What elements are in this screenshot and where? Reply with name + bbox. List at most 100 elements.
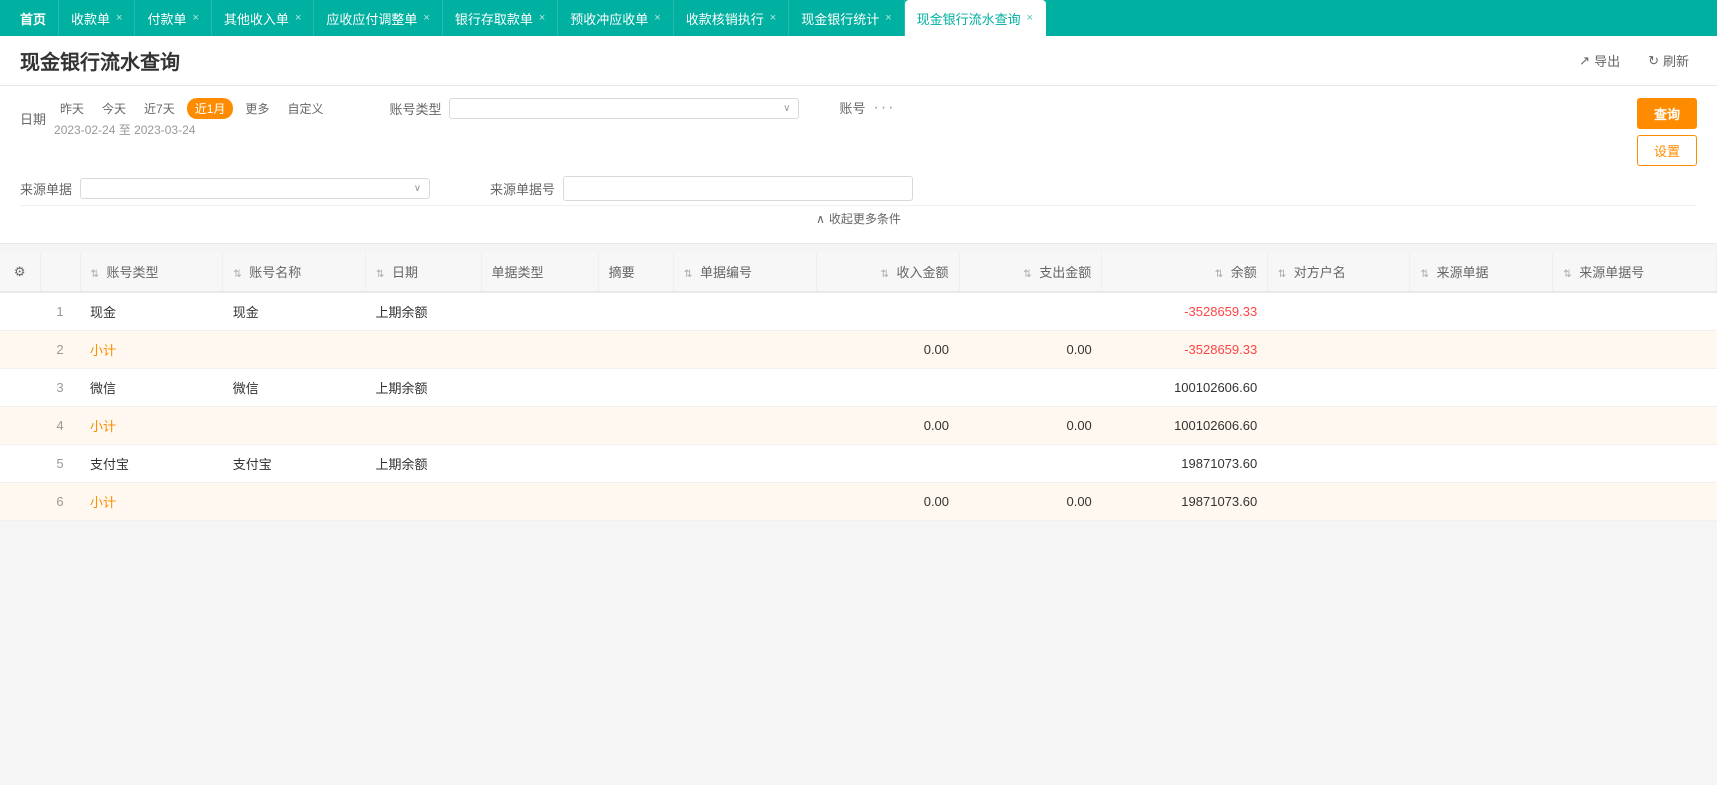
nav-ar-ap-adjust-close[interactable]: × [423,12,429,24]
source-doc-select[interactable]: ∨ [80,178,430,199]
th-expense[interactable]: ⇅ 支出金额 [959,252,1102,292]
nav-cash-bank-stat-close[interactable]: × [885,12,891,24]
refresh-icon: ↻ [1648,53,1659,69]
account-more-icon[interactable]: ··· [873,99,895,117]
sort-source-doc-icon: ⇅ [1420,269,1428,280]
sort-balance-icon: ⇅ [1215,269,1223,280]
sort-account-name-icon: ⇅ [233,269,241,280]
row-account-name: 支付宝 [223,445,366,483]
date-filter-group: 日期 昨天 今天 近7天 近1月 更多 自定义 2023-02-24 至 202… [20,98,329,138]
nav-collection-exec-close[interactable]: × [770,12,776,24]
sort-doc-num-icon: ⇅ [684,269,692,280]
date-btn-today[interactable]: 今天 [96,98,132,119]
nav-payment-close[interactable]: × [192,12,198,24]
th-account-type[interactable]: ⇅ 账号类型 [80,252,223,292]
table-row: 3 微信 微信 上期余额 100102606.60 [0,369,1717,407]
nav-cash-bank-flow-label: 现金银行流水查询 [917,9,1021,28]
account-type-select[interactable]: ∨ [449,98,799,119]
row-source-doc-num [1553,331,1717,369]
row-source-doc [1410,445,1553,483]
th-source-doc[interactable]: ⇅ 来源单据 [1410,252,1553,292]
row-account-name [223,331,366,369]
nav-home[interactable]: 首页 [8,0,59,36]
row-settings-cell [0,292,40,331]
row-account-type: 小计 [80,331,223,369]
nav-cash-bank-flow[interactable]: 现金银行流水查询 × [905,0,1046,36]
th-account-name[interactable]: ⇅ 账号名称 [223,252,366,292]
nav-ar-ap-adjust[interactable]: 应收应付调整单 × [314,0,442,36]
row-source-doc [1410,292,1553,331]
export-button[interactable]: ↗ 导出 [1571,47,1628,74]
nav-other-income-close[interactable]: × [295,12,301,24]
nav-cash-bank-stat[interactable]: 现金银行统计 × [789,0,904,36]
row-balance: -3528659.33 [1102,331,1267,369]
nav-collection-exec-label: 收款核销执行 [686,9,764,28]
account-type-chevron-down-icon: ∨ [783,103,790,114]
row-balance: 19871073.60 [1102,445,1267,483]
query-button[interactable]: 查询 [1637,98,1697,129]
nav-prepay-offset[interactable]: 预收冲应收单 × [558,0,673,36]
row-balance: 100102606.60 [1102,369,1267,407]
row-summary [598,407,673,445]
refresh-button[interactable]: ↻ 刷新 [1640,47,1697,74]
th-counterpart[interactable]: ⇅ 对方户名 [1267,252,1410,292]
row-summary [598,445,673,483]
th-doc-num[interactable]: ⇅ 单据编号 [674,252,817,292]
account-type-filter-group: 账号类型 ∨ [389,98,799,119]
date-range-display: 2023-02-24 至 2023-03-24 [54,121,329,138]
nav-bank-deposit[interactable]: 银行存取款单 × [443,0,558,36]
source-doc-num-input[interactable] [563,176,913,201]
date-btn-more[interactable]: 更多 [239,98,275,119]
nav-cash-bank-stat-label: 现金银行统计 [801,9,879,28]
source-doc-filter-group: 来源单据 ∨ [20,178,430,199]
row-doc-type [481,407,598,445]
row-doc-type [481,369,598,407]
table-settings-gear-icon[interactable]: ⚙ [14,264,26,279]
nav-ar-ap-adjust-label: 应收应付调整单 [326,9,417,28]
row-date: 上期余额 [366,445,481,483]
row-counterpart [1267,369,1410,407]
row-income: 0.00 [816,331,959,369]
date-btn-7days[interactable]: 近7天 [138,98,181,119]
row-counterpart [1267,292,1410,331]
refresh-label: 刷新 [1663,51,1689,70]
th-date[interactable]: ⇅ 日期 [366,252,481,292]
nav-other-income[interactable]: 其他收入单 × [212,0,314,36]
date-btn-yesterday[interactable]: 昨天 [54,98,90,119]
row-summary [598,292,673,331]
th-income[interactable]: ⇅ 收入金额 [816,252,959,292]
nav-bank-deposit-close[interactable]: × [539,12,545,24]
top-nav: 首页 收款单 × 付款单 × 其他收入单 × 应收应付调整单 × 银行存取款单 … [0,0,1717,36]
row-account-name: 微信 [223,369,366,407]
th-balance[interactable]: ⇅ 余额 [1102,252,1267,292]
nav-prepay-offset-close[interactable]: × [654,12,660,24]
row-income: 0.00 [816,483,959,521]
nav-other-income-label: 其他收入单 [224,9,289,28]
table-settings-col[interactable]: ⚙ [0,252,40,292]
account-filter-group: 账号 ··· [839,98,895,117]
sort-account-type-icon: ⇅ [91,269,99,280]
row-source-doc-num [1553,407,1717,445]
nav-receipt[interactable]: 收款单 × [59,0,135,36]
date-btn-1month[interactable]: 近1月 [187,98,234,119]
row-seq: 1 [40,292,80,331]
account-type-label: 账号类型 [389,99,441,118]
row-source-doc-num [1553,483,1717,521]
row-settings-cell [0,445,40,483]
settings-button[interactable]: 设置 [1637,135,1697,166]
nav-collection-exec[interactable]: 收款核销执行 × [674,0,789,36]
row-seq: 3 [40,369,80,407]
row-account-name [223,483,366,521]
nav-home-label: 首页 [20,9,46,28]
th-source-doc-num[interactable]: ⇅ 来源单据号 [1553,252,1717,292]
row-summary [598,331,673,369]
date-btn-custom[interactable]: 自定义 [281,98,329,119]
nav-payment[interactable]: 付款单 × [135,0,211,36]
nav-receipt-close[interactable]: × [116,12,122,24]
nav-cash-bank-flow-close[interactable]: × [1027,12,1033,24]
row-doc-num [674,331,817,369]
row-income [816,369,959,407]
header-actions: ↗ 导出 ↻ 刷新 [1571,47,1697,74]
collapse-filters-button[interactable]: ∧ 收起更多条件 [20,205,1697,231]
table-row: 5 支付宝 支付宝 上期余额 19871073.60 [0,445,1717,483]
